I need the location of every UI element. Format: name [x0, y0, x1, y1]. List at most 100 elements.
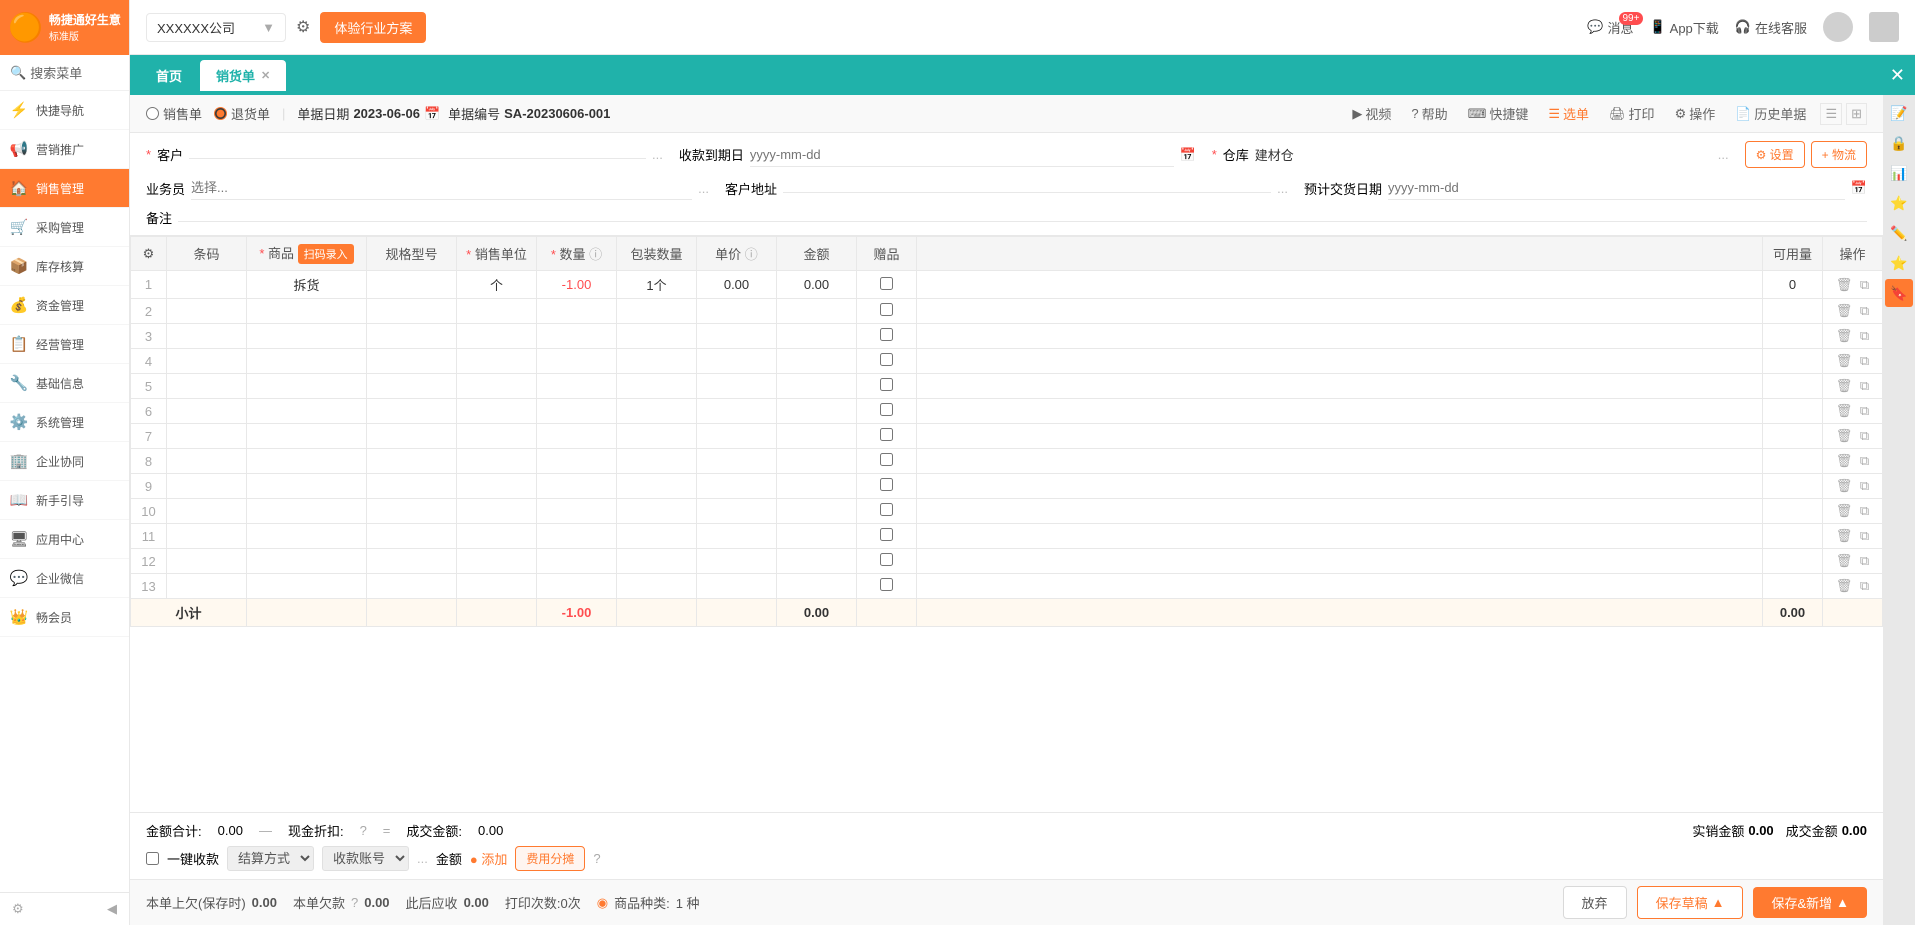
row-product[interactable] [247, 399, 367, 424]
row-gift[interactable] [857, 271, 917, 299]
row-amount[interactable] [777, 374, 857, 399]
row-spec[interactable] [367, 349, 457, 374]
delete-icon[interactable]: 🗑 [1836, 578, 1853, 593]
save-new-button[interactable]: 保存&新增 ▲ [1753, 887, 1867, 918]
avatar[interactable] [1823, 12, 1853, 42]
expense-button[interactable]: 费用分摊 [515, 846, 585, 871]
row-pack[interactable] [617, 324, 697, 349]
warehouse-value[interactable]: 建材仓 [1255, 141, 1712, 168]
tab-close-icon[interactable]: ✕ [261, 69, 270, 82]
due-date-calendar-icon[interactable]: 📅 [1180, 147, 1196, 163]
row-price[interactable] [697, 374, 777, 399]
row-barcode[interactable] [167, 299, 247, 324]
sidebar-item-basics[interactable]: 🔧 基础信息 [0, 364, 129, 403]
salesperson-input[interactable] [191, 176, 692, 200]
copy-icon[interactable]: ⧉ [1860, 478, 1869, 493]
due-date-input[interactable] [750, 143, 1174, 167]
customer-addr-dots[interactable]: ... [1277, 181, 1288, 196]
operation-button[interactable]: ⚙ 操作 [1669, 101, 1722, 126]
copy-icon[interactable]: ⧉ [1860, 453, 1869, 468]
help-button[interactable]: ? 帮助 [1405, 101, 1453, 126]
search-menu[interactable]: 🔍 搜索菜单 [0, 55, 129, 91]
row-gift[interactable] [857, 574, 917, 599]
copy-icon[interactable]: ⧉ [1860, 353, 1869, 368]
row-gift[interactable] [857, 299, 917, 324]
sidebar-item-wechat[interactable]: 💬 企业微信 [0, 559, 129, 598]
row-qty[interactable] [537, 499, 617, 524]
row-price[interactable] [697, 349, 777, 374]
row-qty[interactable] [537, 574, 617, 599]
row-qty[interactable] [537, 549, 617, 574]
row-product[interactable] [247, 549, 367, 574]
warehouse-dots[interactable]: ... [1718, 147, 1729, 162]
expense-help-icon[interactable]: ? [593, 851, 600, 866]
right-tool-7[interactable]: 🔖 [1885, 279, 1913, 307]
sidebar-item-enterprise[interactable]: 🏢 企业协同 [0, 442, 129, 481]
save-draft-button[interactable]: 保存草稿 ▲ [1637, 886, 1744, 919]
row-qty[interactable] [537, 299, 617, 324]
delete-icon[interactable]: 🗑 [1836, 303, 1853, 318]
product-type-radio[interactable]: ◉ [597, 895, 608, 911]
row-amount[interactable] [777, 549, 857, 574]
row-gift[interactable] [857, 474, 917, 499]
row-pack[interactable]: 1个 [617, 271, 697, 299]
row-amount[interactable] [777, 399, 857, 424]
salesperson-dots[interactable]: ... [698, 181, 709, 196]
delete-icon[interactable]: 🗑 [1836, 528, 1853, 543]
sidebar-item-purchase[interactable]: 🛒 采购管理 [0, 208, 129, 247]
copy-icon[interactable]: ⧉ [1860, 503, 1869, 518]
row-barcode[interactable] [167, 474, 247, 499]
row-product[interactable] [247, 374, 367, 399]
th-gear[interactable]: ⚙ [131, 237, 167, 271]
delete-icon[interactable]: 🗑 [1836, 503, 1853, 518]
row-amount[interactable]: 0.00 [777, 271, 857, 299]
row-qty[interactable] [537, 349, 617, 374]
row-gift[interactable] [857, 549, 917, 574]
customer-addr-input[interactable] [783, 184, 1271, 193]
row-product[interactable] [247, 424, 367, 449]
sidebar-item-appstore[interactable]: 🖥 应用中心 [0, 520, 129, 559]
row-amount[interactable] [777, 524, 857, 549]
row-unit[interactable] [457, 499, 537, 524]
copy-icon[interactable]: ⧉ [1860, 553, 1869, 568]
row-barcode[interactable] [167, 424, 247, 449]
topbar-settings-icon[interactable]: ⚙ [296, 17, 310, 37]
select-order-button[interactable]: ☰ 选单 [1542, 101, 1595, 126]
copy-icon[interactable]: ⧉ [1860, 378, 1869, 393]
row-price[interactable] [697, 524, 777, 549]
row-barcode[interactable] [167, 449, 247, 474]
row-amount[interactable] [777, 474, 857, 499]
row-spec[interactable] [367, 424, 457, 449]
copy-icon[interactable]: ⧉ [1860, 277, 1869, 292]
scan-button[interactable]: 扫码录入 [298, 244, 354, 264]
radio-sales[interactable]: 销售单 [146, 104, 202, 123]
row-gift[interactable] [857, 424, 917, 449]
row-unit[interactable] [457, 299, 537, 324]
row-unit[interactable] [457, 374, 537, 399]
one-click-checkbox[interactable] [146, 852, 159, 865]
sidebar-item-newbie[interactable]: 📖 新手引导 [0, 481, 129, 520]
row-qty[interactable] [537, 399, 617, 424]
copy-icon[interactable]: ⧉ [1860, 428, 1869, 443]
radio-sales-input[interactable] [146, 107, 159, 120]
row-barcode[interactable] [167, 399, 247, 424]
row-unit[interactable] [457, 399, 537, 424]
sidebar-item-member[interactable]: 👑 畅会员 [0, 598, 129, 637]
online-service-button[interactable]: 🎧 在线客服 [1735, 18, 1807, 37]
row-spec[interactable] [367, 324, 457, 349]
add-button[interactable]: ● 添加 [470, 849, 507, 868]
delete-icon[interactable]: 🗑 [1836, 428, 1853, 443]
row-gift[interactable] [857, 374, 917, 399]
account-dots[interactable]: ... [417, 851, 428, 866]
settings-bottom-icon[interactable]: ⚙ [12, 901, 24, 917]
row-unit[interactable] [457, 474, 537, 499]
row-product[interactable] [247, 449, 367, 474]
row-qty[interactable] [537, 374, 617, 399]
delete-icon[interactable]: 🗑 [1836, 453, 1853, 468]
row-price[interactable]: 0.00 [697, 271, 777, 299]
app-download-button[interactable]: 📱 App下载 [1649, 18, 1718, 37]
row-barcode[interactable] [167, 349, 247, 374]
row-pack[interactable] [617, 474, 697, 499]
row-gift[interactable] [857, 399, 917, 424]
row-amount[interactable] [777, 324, 857, 349]
